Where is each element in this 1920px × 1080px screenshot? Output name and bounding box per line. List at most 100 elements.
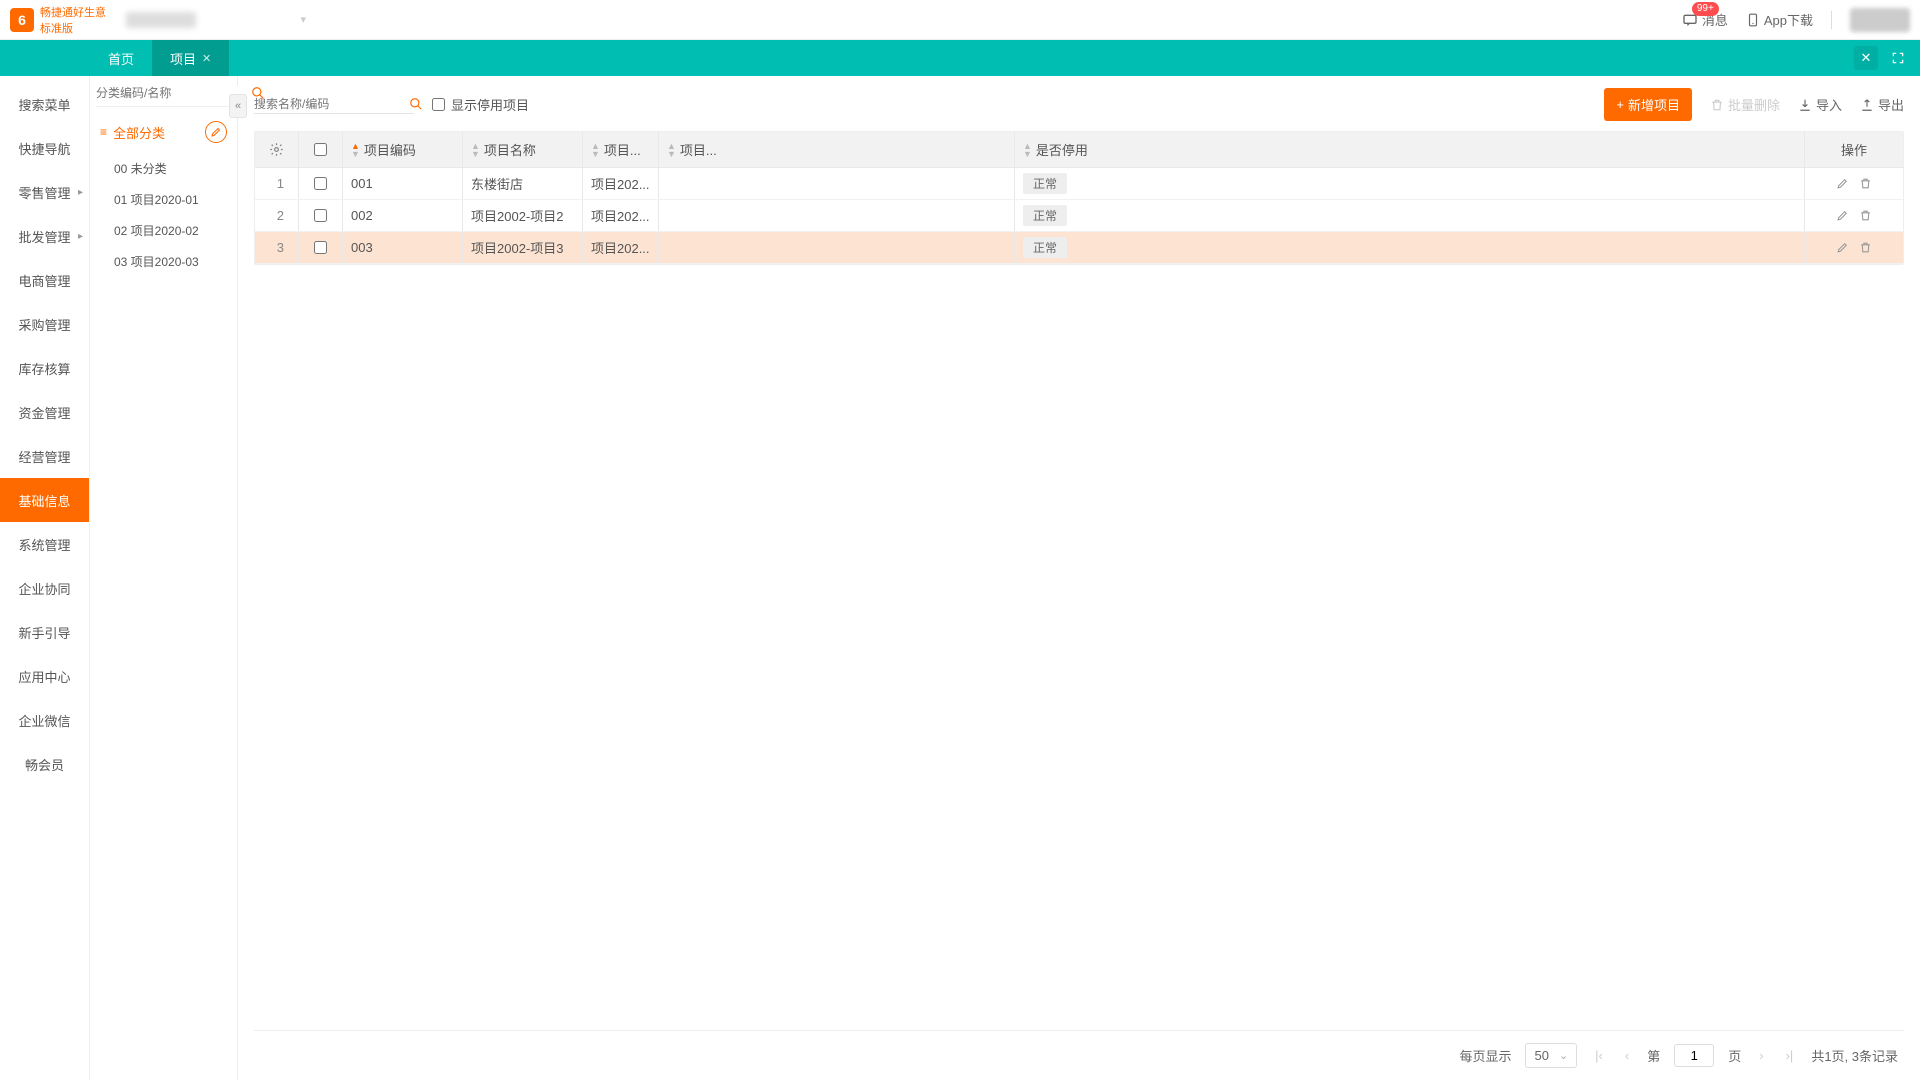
export-label: 导出 (1878, 95, 1904, 114)
edit-icon[interactable] (1836, 209, 1849, 222)
tab-home[interactable]: 首页 (90, 40, 152, 76)
sidebar-item-6[interactable]: 库存核算 (0, 346, 89, 390)
column-name[interactable]: ▲▼ 项目名称 (463, 132, 583, 167)
list-icon: ≡ (100, 125, 107, 139)
chevron-down-icon: ▾ (300, 13, 306, 26)
import-button[interactable]: 导入 (1798, 95, 1842, 114)
category-item-0[interactable]: 00 未分类 (110, 153, 231, 184)
sidebar-item-2[interactable]: 零售管理▸ (0, 170, 89, 214)
column-extra-2[interactable]: ▲▼ 项目... (659, 132, 1015, 167)
column-code[interactable]: ▲▼ 项目编码 (343, 132, 463, 167)
page-prev-button[interactable]: ‹ (1621, 1048, 1633, 1063)
tab-project[interactable]: 项目 ✕ (152, 40, 229, 76)
export-button[interactable]: 导出 (1860, 95, 1904, 114)
new-project-label: 新增项目 (1628, 95, 1680, 114)
status-badge: 正常 (1023, 205, 1067, 226)
edit-icon[interactable] (1836, 241, 1849, 254)
cell-name: 东楼街店 (463, 168, 583, 199)
category-all[interactable]: 全部分类 (113, 123, 199, 142)
logo-icon: 6 (10, 8, 34, 32)
sidebar-item-10[interactable]: 系统管理 (0, 522, 89, 566)
column-extra-1[interactable]: ▲▼ 项目... (583, 132, 659, 167)
toolbar: 显示停用项目 + 新增项目 批量删除 (254, 88, 1904, 121)
sidebar-item-14[interactable]: 企业微信 (0, 698, 89, 742)
page-first-button[interactable]: |‹ (1591, 1048, 1607, 1063)
sidebar-item-11[interactable]: 企业协同 (0, 566, 89, 610)
delete-icon[interactable] (1859, 241, 1872, 254)
cell-name: 项目2002-项目2 (463, 200, 583, 231)
show-disabled-checkbox[interactable]: 显示停用项目 (432, 95, 529, 114)
search-input[interactable] (254, 97, 409, 111)
per-page-select[interactable]: 50 ⌄ (1525, 1043, 1577, 1068)
trash-icon (1710, 98, 1724, 112)
sidebar-item-12[interactable]: 新手引导 (0, 610, 89, 654)
page-next-button[interactable]: › (1755, 1048, 1767, 1063)
show-disabled-input[interactable] (432, 98, 445, 111)
column-extra-1-label: 项目... (604, 140, 641, 159)
row-checkbox-cell (299, 232, 343, 263)
cell-extra-2 (659, 200, 1015, 231)
search-icon[interactable] (409, 97, 423, 111)
sidebar-item-5[interactable]: 采购管理 (0, 302, 89, 346)
column-ops: 操作 (1805, 132, 1903, 167)
category-item-3[interactable]: 03 项目2020-03 (110, 246, 231, 277)
sidebar-item-7[interactable]: 资金管理 (0, 390, 89, 434)
delete-icon[interactable] (1859, 177, 1872, 190)
sidebar-item-1[interactable]: 快捷导航 (0, 126, 89, 170)
org-selector[interactable]: ▾ (126, 12, 306, 28)
category-item-1[interactable]: 01 项目2020-01 (110, 184, 231, 215)
cell-status: 正常 (1015, 232, 1805, 263)
sidebar-item-8[interactable]: 经营管理 (0, 434, 89, 478)
table-row[interactable]: 3003项目2002-项目3项目202...正常 (255, 232, 1903, 264)
table-row[interactable]: 1001东楼街店项目202...正常 (255, 168, 1903, 200)
row-checkbox[interactable] (314, 241, 327, 254)
new-project-button[interactable]: + 新增项目 (1604, 88, 1692, 121)
divider (1831, 11, 1832, 29)
edit-category-button[interactable] (205, 121, 227, 143)
chevron-down-icon: ⌄ (1559, 1049, 1568, 1062)
chevron-right-icon: ▸ (78, 231, 83, 242)
cell-extra-1: 项目202... (583, 232, 659, 263)
sidebar-item-15[interactable]: 畅会员 (0, 742, 89, 786)
tabstrip-close-button[interactable]: ✕ (1854, 46, 1878, 70)
per-page-label: 每页显示 (1459, 1046, 1511, 1065)
cell-extra-2 (659, 232, 1015, 263)
page-suffix: 页 (1728, 1046, 1741, 1065)
show-disabled-label: 显示停用项目 (451, 95, 529, 114)
sidebar-item-4[interactable]: 电商管理 (0, 258, 89, 302)
column-settings[interactable] (255, 132, 299, 167)
delete-icon[interactable] (1859, 209, 1872, 222)
pager: 每页显示 50 ⌄ |‹ ‹ 第 页 › ›| 共1页, 3条记录 (254, 1030, 1904, 1080)
row-checkbox[interactable] (314, 209, 327, 222)
row-checkbox[interactable] (314, 177, 327, 190)
sidebar-item-9[interactable]: 基础信息 (0, 478, 89, 522)
cell-ops (1805, 232, 1903, 263)
category-item-2[interactable]: 02 项目2020-02 (110, 215, 231, 246)
search-icon[interactable] (251, 86, 265, 100)
select-all-checkbox[interactable] (314, 143, 327, 156)
page-input[interactable] (1674, 1044, 1714, 1067)
table-row[interactable]: 2002项目2002-项目2项目202...正常 (255, 200, 1903, 232)
messages-button[interactable]: 消息 99+ (1682, 10, 1728, 29)
column-checkbox-all[interactable] (299, 132, 343, 167)
cell-extra-1: 项目202... (583, 168, 659, 199)
sidebar-item-0[interactable]: 搜索菜单 (0, 82, 89, 126)
search-box (254, 95, 414, 114)
tabstrip: 首页 项目 ✕ ✕ (0, 40, 1920, 76)
app-download-button[interactable]: App下载 (1746, 10, 1813, 29)
edit-icon[interactable] (1836, 177, 1849, 190)
user-avatar[interactable] (1850, 8, 1910, 32)
page-last-button[interactable]: ›| (1782, 1048, 1798, 1063)
tab-close-icon[interactable]: ✕ (202, 52, 211, 65)
category-search-input[interactable] (96, 86, 251, 100)
column-status[interactable]: ▲▼ 是否停用 (1015, 132, 1805, 167)
batch-delete-button: 批量删除 (1710, 95, 1780, 114)
sidebar: 搜索菜单快捷导航零售管理▸批发管理▸电商管理采购管理库存核算资金管理经营管理基础… (0, 76, 90, 1080)
fullscreen-icon[interactable] (1886, 46, 1910, 70)
collapse-panel-button[interactable]: « (229, 94, 247, 118)
sidebar-item-3[interactable]: 批发管理▸ (0, 214, 89, 258)
column-ops-label: 操作 (1841, 140, 1867, 159)
sidebar-item-13[interactable]: 应用中心 (0, 654, 89, 698)
status-badge: 正常 (1023, 237, 1067, 258)
table-header: ▲▼ 项目编码 ▲▼ 项目名称 ▲▼ 项目... ▲▼ 项目... (255, 132, 1903, 168)
